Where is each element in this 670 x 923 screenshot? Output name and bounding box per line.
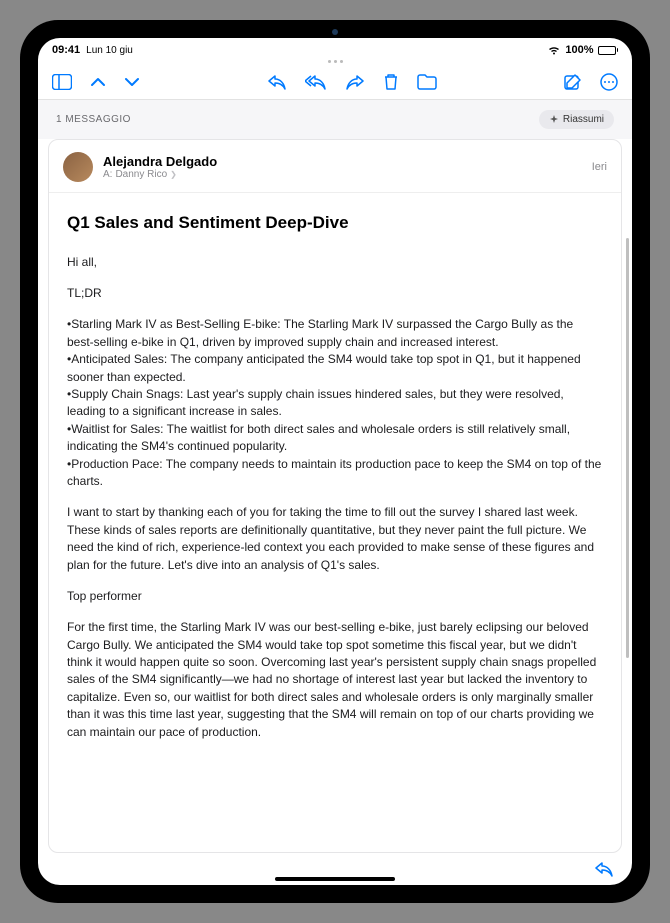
tldr-label: TL;DR <box>67 285 603 302</box>
greeting: Hi all, <box>67 254 603 271</box>
message-card: Alejandra Delgado A: Danny Rico ❯ Ieri Q… <box>48 139 622 853</box>
reply-icon-footer[interactable] <box>594 861 614 877</box>
avatar[interactable] <box>63 152 93 182</box>
status-date: Lun 10 giu <box>86 45 133 56</box>
message-header[interactable]: Alejandra Delgado A: Danny Rico ❯ Ieri <box>49 140 621 193</box>
paragraph-2: For the first time, the Starling Mark IV… <box>67 619 603 741</box>
more-icon[interactable] <box>600 73 618 91</box>
chevron-up-icon[interactable] <box>90 77 106 87</box>
recipient-name: Danny Rico <box>115 169 167 180</box>
reply-all-icon[interactable] <box>305 74 327 90</box>
multitask-dots[interactable] <box>38 58 632 69</box>
subheader: 1 MESSAGGIO Riassumi <box>38 100 632 139</box>
message-body: Q1 Sales and Sentiment Deep-Dive Hi all,… <box>49 193 621 852</box>
compose-icon[interactable] <box>564 73 582 91</box>
reply-icon[interactable] <box>267 74 287 90</box>
trash-icon[interactable] <box>383 73 399 91</box>
status-bar: 09:41 Lun 10 giu 100% <box>38 38 632 58</box>
toolbar <box>38 69 632 100</box>
sender-name: Alejandra Delgado <box>103 154 582 169</box>
sidebar-icon[interactable] <box>52 74 72 90</box>
battery-percent: 100% <box>565 44 593 56</box>
section-heading: Top performer <box>67 588 603 605</box>
battery-icon <box>598 46 619 55</box>
message-date: Ieri <box>592 161 607 173</box>
status-time: 09:41 <box>52 44 80 56</box>
summarize-label: Riassumi <box>563 114 604 125</box>
to-label: A: <box>103 169 112 180</box>
message-count: 1 MESSAGGIO <box>56 114 131 125</box>
tldr-bullets: •Starling Mark IV as Best-Selling E-bike… <box>67 316 603 490</box>
chevron-right-icon: ❯ <box>170 170 177 179</box>
front-camera <box>332 29 338 35</box>
paragraph-1: I want to start by thanking each of you … <box>67 504 603 574</box>
folder-icon[interactable] <box>417 74 437 90</box>
wifi-icon <box>547 45 561 55</box>
summarize-button[interactable]: Riassumi <box>539 110 614 129</box>
forward-icon[interactable] <box>345 74 365 90</box>
home-indicator[interactable] <box>275 877 395 881</box>
scrollbar[interactable] <box>626 238 629 658</box>
chevron-down-icon[interactable] <box>124 77 140 87</box>
sparkle-icon <box>549 115 559 125</box>
subject: Q1 Sales and Sentiment Deep-Dive <box>67 211 603 236</box>
